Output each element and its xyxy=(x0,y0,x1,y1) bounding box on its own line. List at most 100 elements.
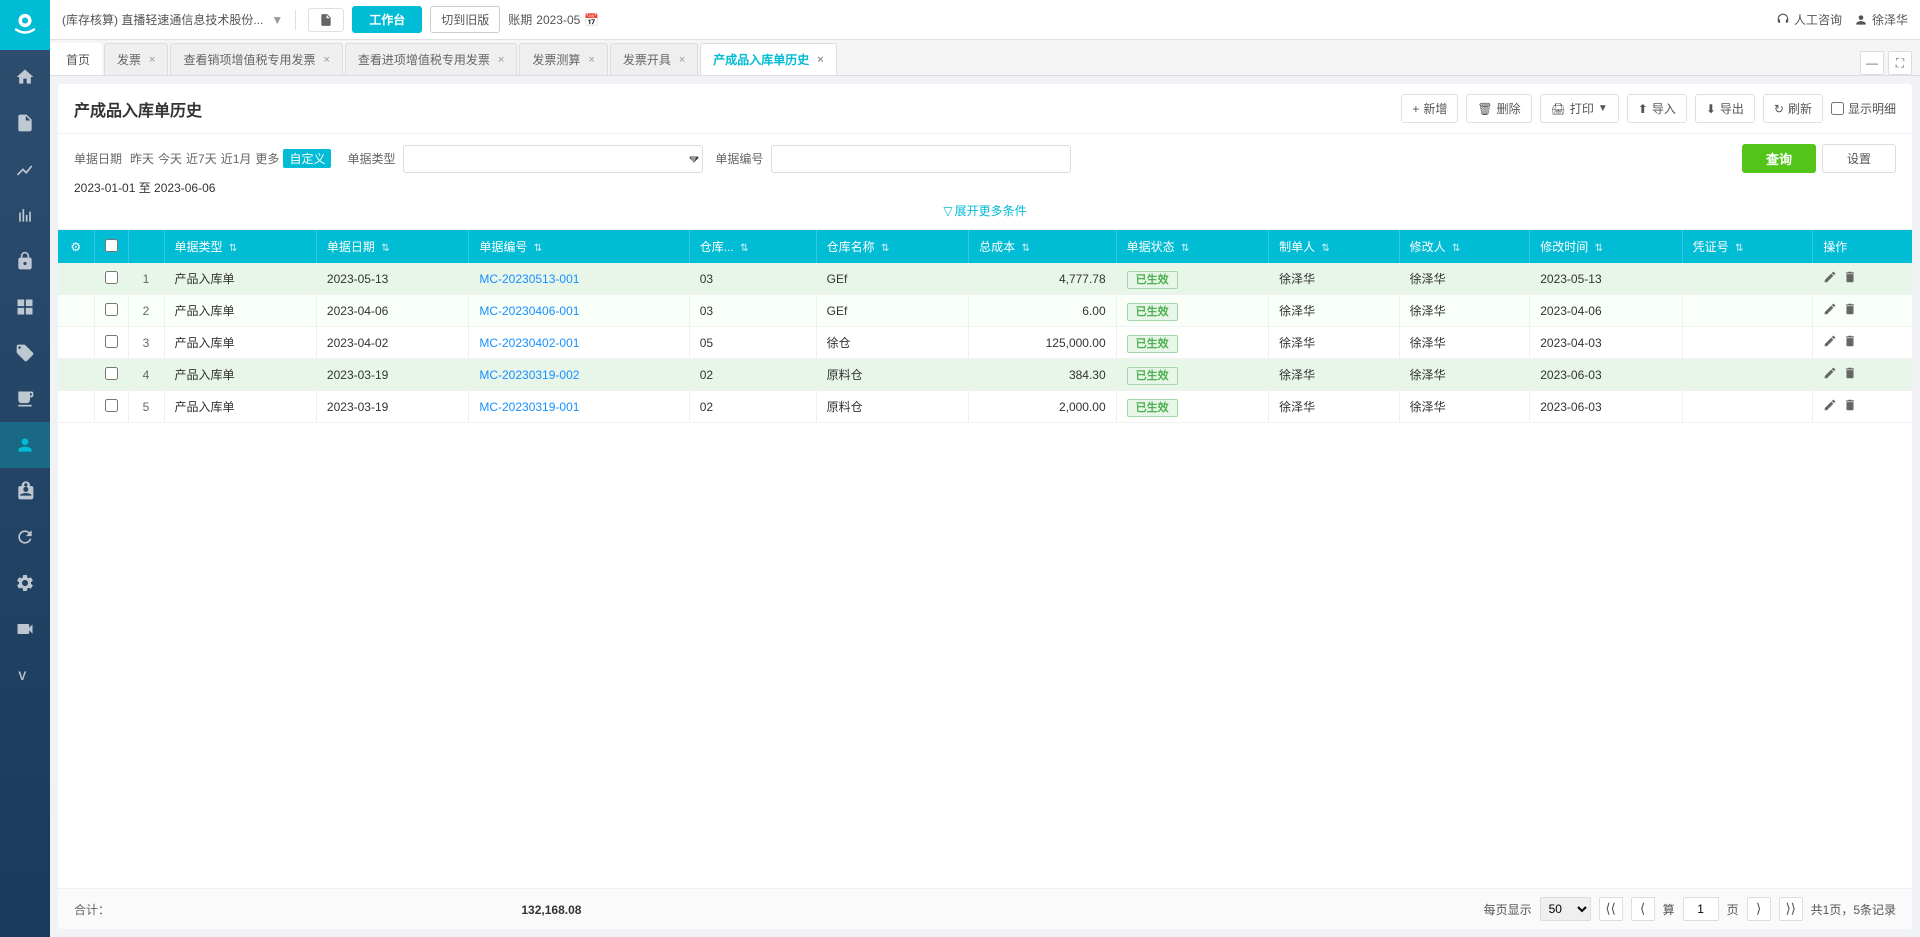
col-checkbox[interactable] xyxy=(94,230,128,263)
row-number-3[interactable]: MC-20230319-002 xyxy=(469,359,689,391)
row-number-4[interactable]: MC-20230319-001 xyxy=(469,391,689,423)
tab-home[interactable]: 首页 xyxy=(50,43,102,75)
date-today[interactable]: 今天 xyxy=(158,150,182,167)
col-total-cost[interactable]: 总成本 ⇅ xyxy=(969,230,1117,263)
new-btn[interactable]: + 新增 xyxy=(1401,94,1458,123)
col-number[interactable]: 单据编号 ⇅ xyxy=(469,230,689,263)
col-type[interactable]: 单据类型 ⇅ xyxy=(164,230,316,263)
date-7days[interactable]: 近7天 xyxy=(186,150,217,167)
row-checkbox-4[interactable] xyxy=(94,391,128,423)
row-delete-btn-1[interactable] xyxy=(1843,302,1857,319)
row-edit-btn-4[interactable] xyxy=(1823,398,1837,415)
delete-btn[interactable]: 🗑 删除 xyxy=(1466,94,1531,123)
col-warehouse-code[interactable]: 仓库... ⇅ xyxy=(689,230,816,263)
row-edit-btn-0[interactable] xyxy=(1823,270,1837,287)
row-edit-btn-3[interactable] xyxy=(1823,366,1837,383)
select-all-checkbox[interactable] xyxy=(105,239,118,252)
page-first-btn[interactable]: ⟨⟨ xyxy=(1599,897,1623,921)
row-checkbox-2[interactable] xyxy=(94,327,128,359)
row-edit-btn-2[interactable] xyxy=(1823,334,1837,351)
row-select-3[interactable] xyxy=(105,367,118,380)
title-dropdown-icon[interactable]: ▼ xyxy=(271,13,283,27)
refresh-btn[interactable]: ↻ 刷新 xyxy=(1763,94,1823,123)
tab-check-purchase-close[interactable]: × xyxy=(498,54,504,66)
sidebar-item-tag[interactable] xyxy=(0,330,50,376)
type-filter-select[interactable] xyxy=(403,145,703,173)
tab-invoice-calc[interactable]: 发票测算 × xyxy=(519,43,607,75)
row-select-4[interactable] xyxy=(105,399,118,412)
query-btn[interactable]: 查询 xyxy=(1742,144,1816,173)
row-delete-btn-3[interactable] xyxy=(1843,366,1857,383)
page-next-btn[interactable]: ⟩ xyxy=(1747,897,1771,921)
reset-btn[interactable]: 设置 xyxy=(1822,144,1896,173)
date-more[interactable]: 更多 xyxy=(255,150,279,167)
number-filter-input[interactable] xyxy=(771,145,1071,173)
sidebar-item-stats[interactable] xyxy=(0,192,50,238)
user-service-btn[interactable]: 人工咨询 xyxy=(1776,11,1842,28)
sidebar-item-refresh[interactable] xyxy=(0,514,50,560)
sidebar-item-doc[interactable] xyxy=(0,100,50,146)
col-modify-time[interactable]: 修改时间 ⇅ xyxy=(1530,230,1682,263)
date-custom[interactable]: 自定义 xyxy=(283,149,331,168)
switch-btn[interactable]: 切到旧版 xyxy=(430,6,500,33)
print-btn[interactable]: 🖨 打印 ▼ xyxy=(1540,94,1619,123)
page-prev-btn[interactable]: ⟨ xyxy=(1631,897,1655,921)
doc-btn[interactable] xyxy=(308,8,344,32)
row-number-link-0[interactable]: MC-20230513-001 xyxy=(479,272,579,286)
row-number-link-3[interactable]: MC-20230319-002 xyxy=(479,368,579,382)
page-size-select[interactable]: 50 100 200 xyxy=(1540,897,1591,921)
row-select-2[interactable] xyxy=(105,335,118,348)
row-number-link-2[interactable]: MC-20230402-001 xyxy=(479,336,579,350)
tab-invoice-calc-close[interactable]: × xyxy=(588,54,594,66)
sidebar-item-grid[interactable] xyxy=(0,284,50,330)
row-delete-btn-2[interactable] xyxy=(1843,334,1857,351)
date-yesterday[interactable]: 昨天 xyxy=(130,150,154,167)
app-logo[interactable] xyxy=(0,0,50,50)
tab-check-sales[interactable]: 查看销项增值税专用发票 × xyxy=(170,43,342,75)
page-last-btn[interactable]: ⟩⟩ xyxy=(1779,897,1803,921)
col-voucher[interactable]: 凭证号 ⇅ xyxy=(1682,230,1813,263)
row-select-1[interactable] xyxy=(105,303,118,316)
export-btn[interactable]: ⬇ 导出 xyxy=(1695,94,1755,123)
col-warehouse-name[interactable]: 仓库名称 ⇅ xyxy=(816,230,968,263)
row-number-1[interactable]: MC-20230406-001 xyxy=(469,295,689,327)
col-settings[interactable]: ⚙ xyxy=(58,230,94,263)
tab-product-inbound-close[interactable]: × xyxy=(817,54,823,66)
tab-invoice[interactable]: 发票 × xyxy=(104,43,168,75)
sidebar-item-lock[interactable] xyxy=(0,238,50,284)
sidebar-item-person[interactable] xyxy=(0,422,50,468)
date-1month[interactable]: 近1月 xyxy=(221,150,252,167)
col-modifier[interactable]: 修改人 ⇅ xyxy=(1399,230,1530,263)
tab-product-inbound[interactable]: 产成品入库单历史 × xyxy=(700,43,836,75)
tab-check-purchase[interactable]: 查看进项增值税专用发票 × xyxy=(345,43,517,75)
tab-invoice-close[interactable]: × xyxy=(149,54,155,66)
display-detail-checkbox[interactable] xyxy=(1831,102,1844,115)
sidebar-item-video[interactable] xyxy=(0,606,50,652)
row-checkbox-3[interactable] xyxy=(94,359,128,391)
page-number-input[interactable] xyxy=(1683,897,1719,921)
row-select-0[interactable] xyxy=(105,271,118,284)
sidebar-item-home[interactable] xyxy=(0,54,50,100)
row-checkbox-0[interactable] xyxy=(94,263,128,295)
sidebar-item-settings[interactable] xyxy=(0,560,50,606)
tab-invoice-open-close[interactable]: × xyxy=(679,54,685,66)
row-number-0[interactable]: MC-20230513-001 xyxy=(469,263,689,295)
row-checkbox-1[interactable] xyxy=(94,295,128,327)
tab-check-sales-close[interactable]: × xyxy=(323,54,329,66)
display-detail-label[interactable]: 显示明细 xyxy=(1848,100,1896,117)
row-number-2[interactable]: MC-20230402-001 xyxy=(469,327,689,359)
row-delete-btn-0[interactable] xyxy=(1843,270,1857,287)
sidebar-item-badge[interactable] xyxy=(0,468,50,514)
tab-invoice-open[interactable]: 发票开具 × xyxy=(610,43,698,75)
col-creator[interactable]: 制单人 ⇅ xyxy=(1269,230,1400,263)
row-delete-btn-4[interactable] xyxy=(1843,398,1857,415)
row-number-link-1[interactable]: MC-20230406-001 xyxy=(479,304,579,318)
col-status[interactable]: 单据状态 ⇅ xyxy=(1116,230,1268,263)
user-avatar-area[interactable]: 徐泽华 xyxy=(1854,11,1908,28)
sidebar-item-version[interactable]: V xyxy=(0,652,50,698)
calendar-icon[interactable]: 📅 xyxy=(584,13,599,27)
workbench-btn[interactable]: 工作台 xyxy=(352,6,422,33)
sidebar-item-chart[interactable] xyxy=(0,146,50,192)
expand-filter-btn[interactable]: ▽ 展开更多条件 xyxy=(943,202,1026,219)
import-btn[interactable]: ⬆ 导入 xyxy=(1627,94,1687,123)
